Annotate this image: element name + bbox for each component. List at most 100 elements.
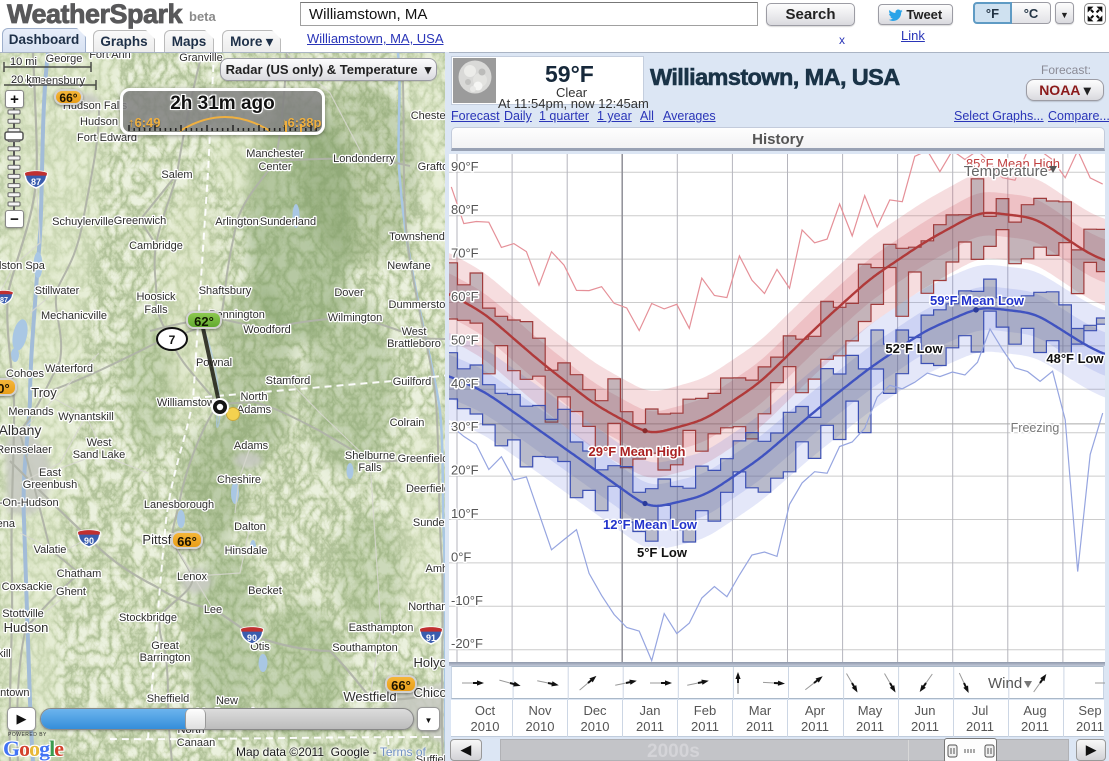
svg-text:Wilmington: Wilmington [328, 312, 382, 324]
svg-text:Wynantskill: Wynantskill [58, 411, 114, 423]
svg-text:Albany: Albany [0, 422, 41, 438]
svg-text:Townshend: Townshend [389, 231, 445, 243]
svg-text:Southampton: Southampton [332, 642, 397, 654]
svg-text:Mechanicville: Mechanicville [41, 310, 107, 322]
svg-text:Cheshire: Cheshire [217, 474, 261, 486]
svg-text:Lee: Lee [204, 604, 222, 616]
svg-text:Sunderland: Sunderland [413, 517, 445, 529]
svg-text:Pownal: Pownal [196, 357, 232, 369]
svg-text:70°F: 70°F [451, 246, 479, 261]
svg-text:87: 87 [0, 295, 8, 304]
svg-text:90: 90 [84, 536, 94, 546]
svg-text:Shelburne: Shelburne [345, 450, 395, 462]
svg-text:Sand Lake: Sand Lake [73, 449, 126, 461]
svg-text:Catskill: Catskill [0, 648, 11, 660]
svg-text:Canaan: Canaan [177, 737, 216, 749]
svg-text:Greenbush: Greenbush [23, 479, 77, 491]
svg-text:Hinsdale: Hinsdale [225, 545, 268, 557]
svg-text:Easthampton: Easthampton [349, 622, 414, 634]
svg-text:Becket: Becket [248, 585, 282, 597]
svg-text:West: West [402, 326, 427, 338]
svg-text:12°F Mean Low: 12°F Mean Low [603, 517, 698, 532]
svg-text:Dover: Dover [334, 287, 364, 299]
svg-text:60°F: 60°F [451, 289, 479, 304]
svg-text:90: 90 [247, 633, 257, 643]
svg-text:Dummerston: Dummerston [389, 299, 445, 311]
svg-text:Salem: Salem [161, 169, 192, 181]
svg-text:Wind: Wind [988, 675, 1022, 692]
svg-text:Arlington: Arlington [215, 216, 258, 228]
svg-text:87: 87 [31, 177, 41, 187]
svg-text:Hudson: Hudson [4, 620, 49, 635]
svg-text:Chatham: Chatham [57, 568, 102, 580]
svg-text:Freezing: Freezing [1011, 421, 1060, 435]
svg-text:Granville: Granville [179, 53, 222, 64]
svg-text:80°F: 80°F [451, 202, 479, 217]
svg-text:52°F Low: 52°F Low [885, 341, 943, 356]
svg-text:Chicopee: Chicopee [414, 685, 445, 700]
svg-text:Falls: Falls [358, 462, 382, 474]
svg-text:Grafton: Grafton [418, 161, 445, 173]
svg-text:Londonderry: Londonderry [333, 153, 395, 165]
svg-text:Lenox: Lenox [177, 571, 207, 583]
svg-text:Amherst: Amherst [426, 563, 445, 575]
svg-text:0°F: 0°F [451, 549, 471, 564]
svg-text:7: 7 [169, 333, 176, 347]
svg-text:Ballston Spa: Ballston Spa [0, 260, 46, 272]
svg-text:Menands: Menands [8, 406, 54, 418]
svg-text:Holyoke: Holyoke [414, 655, 445, 670]
svg-text:Manchester: Manchester [246, 148, 304, 160]
svg-text:Stockbridge: Stockbridge [119, 612, 177, 624]
svg-text:Falls: Falls [144, 304, 168, 316]
svg-text:Dalton: Dalton [234, 521, 266, 533]
svg-text:30°F: 30°F [451, 419, 479, 434]
svg-text:Troy: Troy [31, 385, 57, 400]
svg-text:29°F Mean High: 29°F Mean High [589, 444, 686, 459]
svg-text:90°F: 90°F [451, 159, 479, 174]
svg-text:Stamford: Stamford [266, 375, 311, 387]
svg-text:Hoosick: Hoosick [136, 291, 176, 303]
svg-text:eton-On-Hudson: eton-On-Hudson [0, 497, 59, 509]
svg-text:Schuylerville: Schuylerville [52, 216, 114, 228]
svg-text:Sunderland: Sunderland [260, 216, 316, 228]
svg-text:Waterford: Waterford [45, 363, 93, 375]
svg-text:Stillwater: Stillwater [35, 285, 80, 297]
svg-text:20 km: 20 km [11, 74, 41, 86]
svg-text:Temperature: Temperature [964, 163, 1048, 180]
svg-text:Greenfield: Greenfield [398, 453, 445, 465]
svg-text:Newfane: Newfane [387, 260, 430, 272]
svg-text:West: West [87, 437, 112, 449]
svg-text:48°F Low: 48°F Low [1046, 351, 1104, 366]
svg-text:5°F Low: 5°F Low [637, 545, 688, 560]
svg-text:North: North [241, 391, 268, 403]
svg-text:91: 91 [426, 633, 436, 643]
svg-text:Rensselaer: Rensselaer [0, 444, 52, 456]
svg-text:Great: Great [151, 640, 179, 652]
svg-text:Germantown: Germantown [0, 687, 29, 699]
svg-text:Greenwich: Greenwich [114, 215, 167, 227]
svg-text:Stottville: Stottville [2, 608, 44, 620]
svg-text:Brattleboro: Brattleboro [387, 338, 441, 350]
svg-text:Adams: Adams [237, 404, 272, 416]
svg-text:Center: Center [258, 161, 291, 173]
svg-text:Deerfield: Deerfield [406, 483, 445, 495]
svg-text:50°F: 50°F [451, 332, 479, 347]
svg-text:Cambridge: Cambridge [129, 240, 183, 252]
svg-text:20°F: 20°F [451, 463, 479, 478]
svg-text:Shaftsbury: Shaftsbury [199, 285, 252, 297]
svg-text:Northampton: Northampton [408, 601, 445, 613]
svg-text:Adams: Adams [234, 440, 269, 452]
svg-text:Chester: Chester [411, 110, 445, 122]
svg-text:Barrington: Barrington [140, 652, 191, 664]
svg-text:Colrain: Colrain [390, 417, 425, 429]
svg-text:-20°F: -20°F [451, 636, 483, 651]
svg-text:Hudson: Hudson [80, 116, 118, 128]
svg-text:-10°F: -10°F [451, 593, 483, 608]
svg-text:Lanesborough: Lanesborough [144, 499, 214, 511]
svg-text:Guilford: Guilford [393, 376, 432, 388]
svg-text:59°F Mean Low: 59°F Mean Low [930, 293, 1025, 308]
svg-text:Coxsackie: Coxsackie [2, 581, 53, 593]
svg-text:Woodford: Woodford [243, 324, 291, 336]
svg-text:40°F: 40°F [451, 376, 479, 391]
svg-text:Ghent: Ghent [56, 586, 86, 598]
